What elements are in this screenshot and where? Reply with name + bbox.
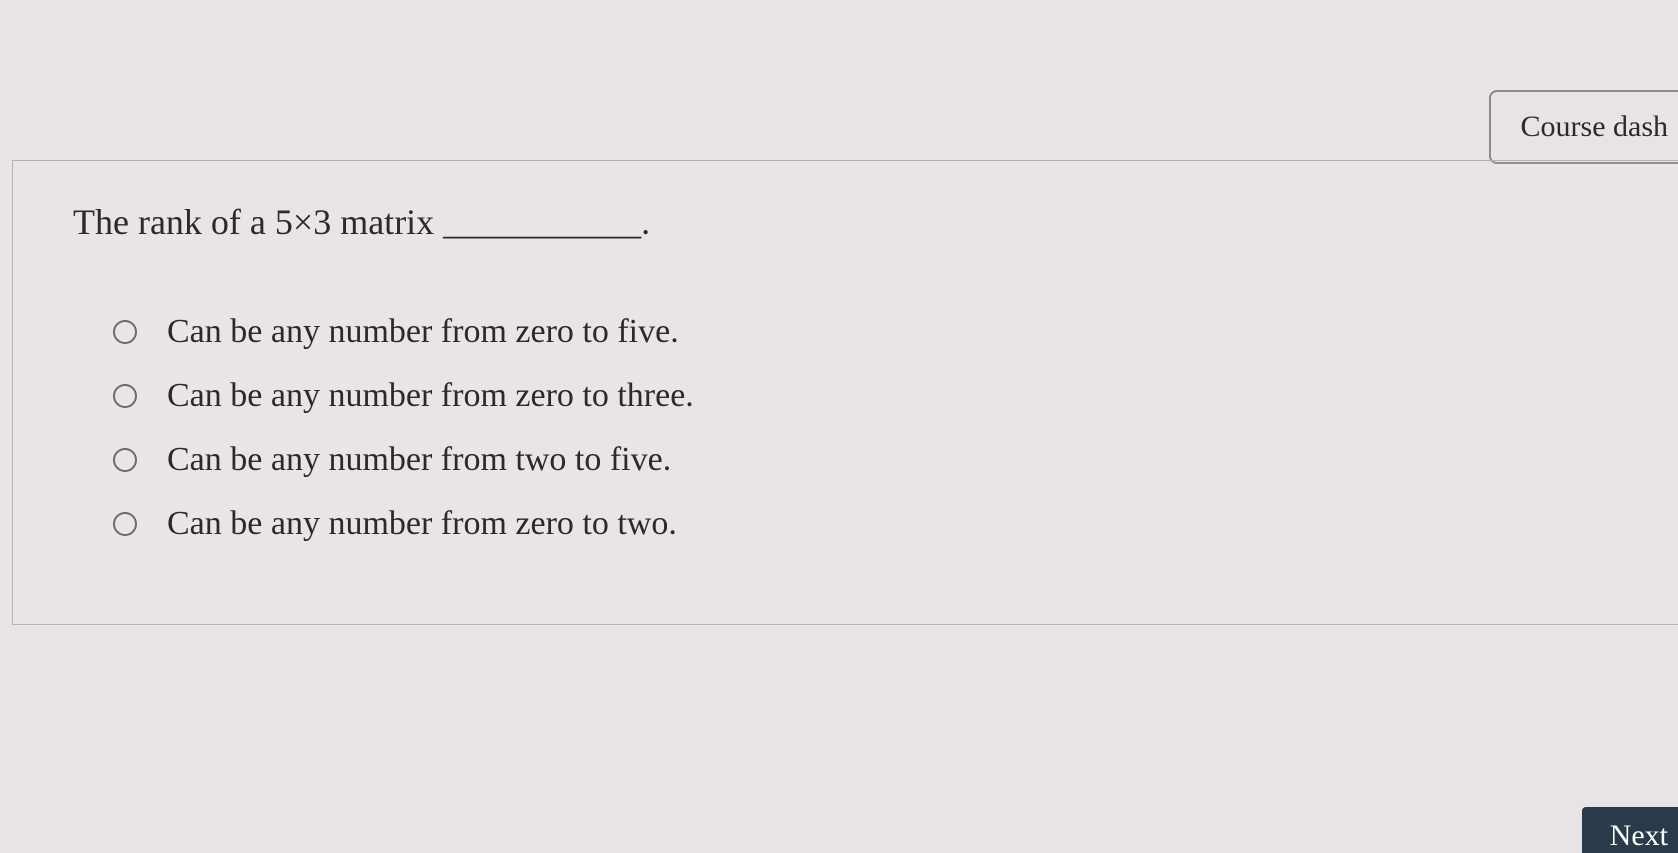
next-button[interactable]: Next [1582, 807, 1678, 853]
next-label: Next [1610, 819, 1668, 852]
radio-icon [113, 448, 137, 472]
option-label: Can be any number from zero to five. [167, 313, 679, 351]
option-label: Can be any number from zero to two. [167, 505, 677, 543]
option-4[interactable]: Can be any number from zero to two. [113, 505, 1618, 543]
option-2[interactable]: Can be any number from zero to three. [113, 377, 1618, 415]
option-1[interactable]: Can be any number from zero to five. [113, 313, 1618, 351]
radio-icon [113, 320, 137, 344]
course-dashboard-label: Course dash [1521, 110, 1668, 143]
option-3[interactable]: Can be any number from two to five. [113, 441, 1618, 479]
course-dashboard-button[interactable]: Course dash [1489, 90, 1678, 164]
option-label: Can be any number from two to five. [167, 441, 671, 479]
options-list: Can be any number from zero to five. Can… [73, 313, 1618, 543]
radio-icon [113, 512, 137, 536]
radio-icon [113, 384, 137, 408]
question-text: The rank of a 5×3 matrix ___________. [73, 201, 1618, 243]
question-box: The rank of a 5×3 matrix ___________. Ca… [12, 160, 1678, 625]
option-label: Can be any number from zero to three. [167, 377, 694, 415]
